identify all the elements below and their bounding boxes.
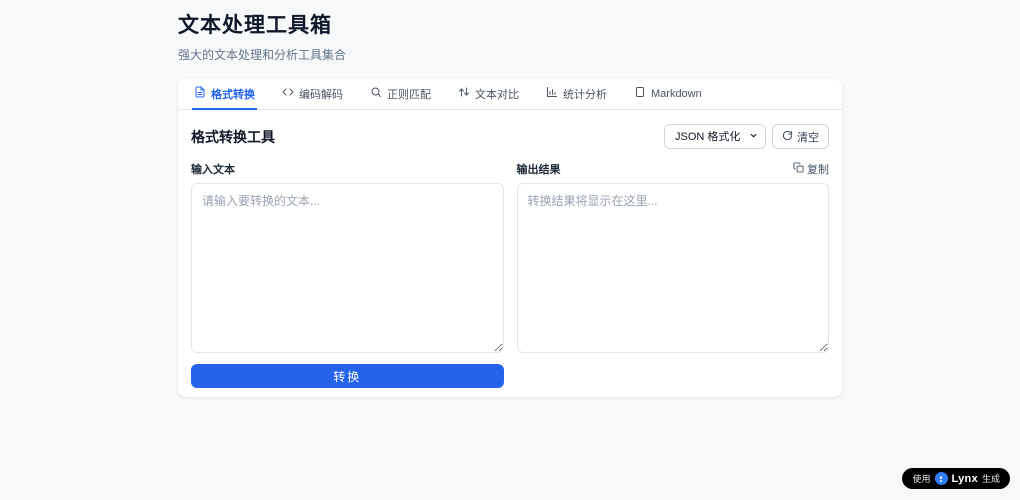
tab-label: 统计分析 — [563, 88, 607, 101]
input-label: 输入文本 — [191, 164, 235, 176]
page-title: 文本处理工具箱 — [178, 14, 332, 37]
output-label: 输出结果 — [516, 164, 561, 176]
toolbox-card: 格式转换 编码解码 正则匹配 文本对比 统计分析 Markdown 格式转换工具… — [178, 79, 842, 397]
panel-header: 格式转换工具 JSON 格式化 清空 — [191, 124, 829, 149]
swap-icon — [458, 86, 470, 101]
output-column: 输出结果 复制 — [516, 161, 829, 388]
tab-text-diff[interactable]: 文本对比 — [456, 79, 521, 110]
tab-bar: 格式转换 编码解码 正则匹配 文本对比 统计分析 Markdown — [178, 79, 842, 110]
input-label-row: 输入文本 — [191, 162, 504, 176]
clear-button-label: 清空 — [797, 131, 819, 144]
tab-format-convert[interactable]: 格式转换 — [192, 79, 257, 110]
format-mode-select[interactable]: JSON 格式化 — [664, 124, 766, 149]
lynx-logo-icon — [934, 472, 948, 485]
convert-button[interactable]: 转换 — [191, 364, 504, 388]
bar-chart-icon — [546, 86, 558, 101]
input-textarea[interactable] — [191, 183, 504, 353]
tab-statistics[interactable]: 统计分析 — [544, 79, 609, 110]
file-text-icon — [194, 86, 206, 101]
output-textarea[interactable] — [516, 183, 829, 353]
tab-label: 正则匹配 — [387, 88, 431, 101]
badge-prefix: 使用 — [912, 474, 931, 484]
format-select-wrap: JSON 格式化 — [664, 124, 766, 149]
tab-regex-match[interactable]: 正则匹配 — [368, 79, 433, 110]
refresh-icon — [782, 130, 793, 144]
copy-button-label: 复制 — [807, 164, 829, 176]
tab-label: Markdown — [651, 87, 702, 100]
copy-icon — [793, 162, 804, 176]
output-label-row: 输出结果 复制 — [516, 161, 829, 177]
clear-button[interactable]: 清空 — [772, 124, 829, 149]
lynx-attribution-badge[interactable]: 使用 Lynx 生成 — [901, 468, 1010, 489]
panel-controls: JSON 格式化 清空 — [664, 124, 829, 149]
search-icon — [370, 86, 382, 101]
tab-label: 文本对比 — [475, 88, 519, 101]
panel-title: 格式转换工具 — [191, 128, 275, 145]
tab-label: 格式转换 — [211, 88, 255, 101]
copy-button[interactable]: 复制 — [793, 161, 829, 177]
code-icon — [282, 86, 294, 101]
format-convert-panel: 格式转换工具 JSON 格式化 清空 输入文本 请输入要转换的文本... 转换 … — [178, 110, 842, 397]
badge-brand: Lynx — [951, 472, 978, 485]
badge-suffix: 生成 — [981, 474, 1000, 484]
tab-markdown[interactable]: Markdown — [632, 79, 704, 110]
tab-label: 编码解码 — [299, 88, 343, 101]
document-icon — [634, 86, 646, 101]
input-column: 输入文本 转换 — [191, 162, 504, 388]
page-subtitle: 强大的文本处理和分析工具集合 — [178, 48, 347, 62]
io-grid: 输入文本 转换 输出结果 复制 — [191, 162, 829, 388]
tab-encode-decode[interactable]: 编码解码 — [280, 79, 345, 110]
main-container: 文本处理工具箱 强大的文本处理和分析工具集合 格式转换 编码解码 正则匹配 文本… — [178, 0, 842, 397]
